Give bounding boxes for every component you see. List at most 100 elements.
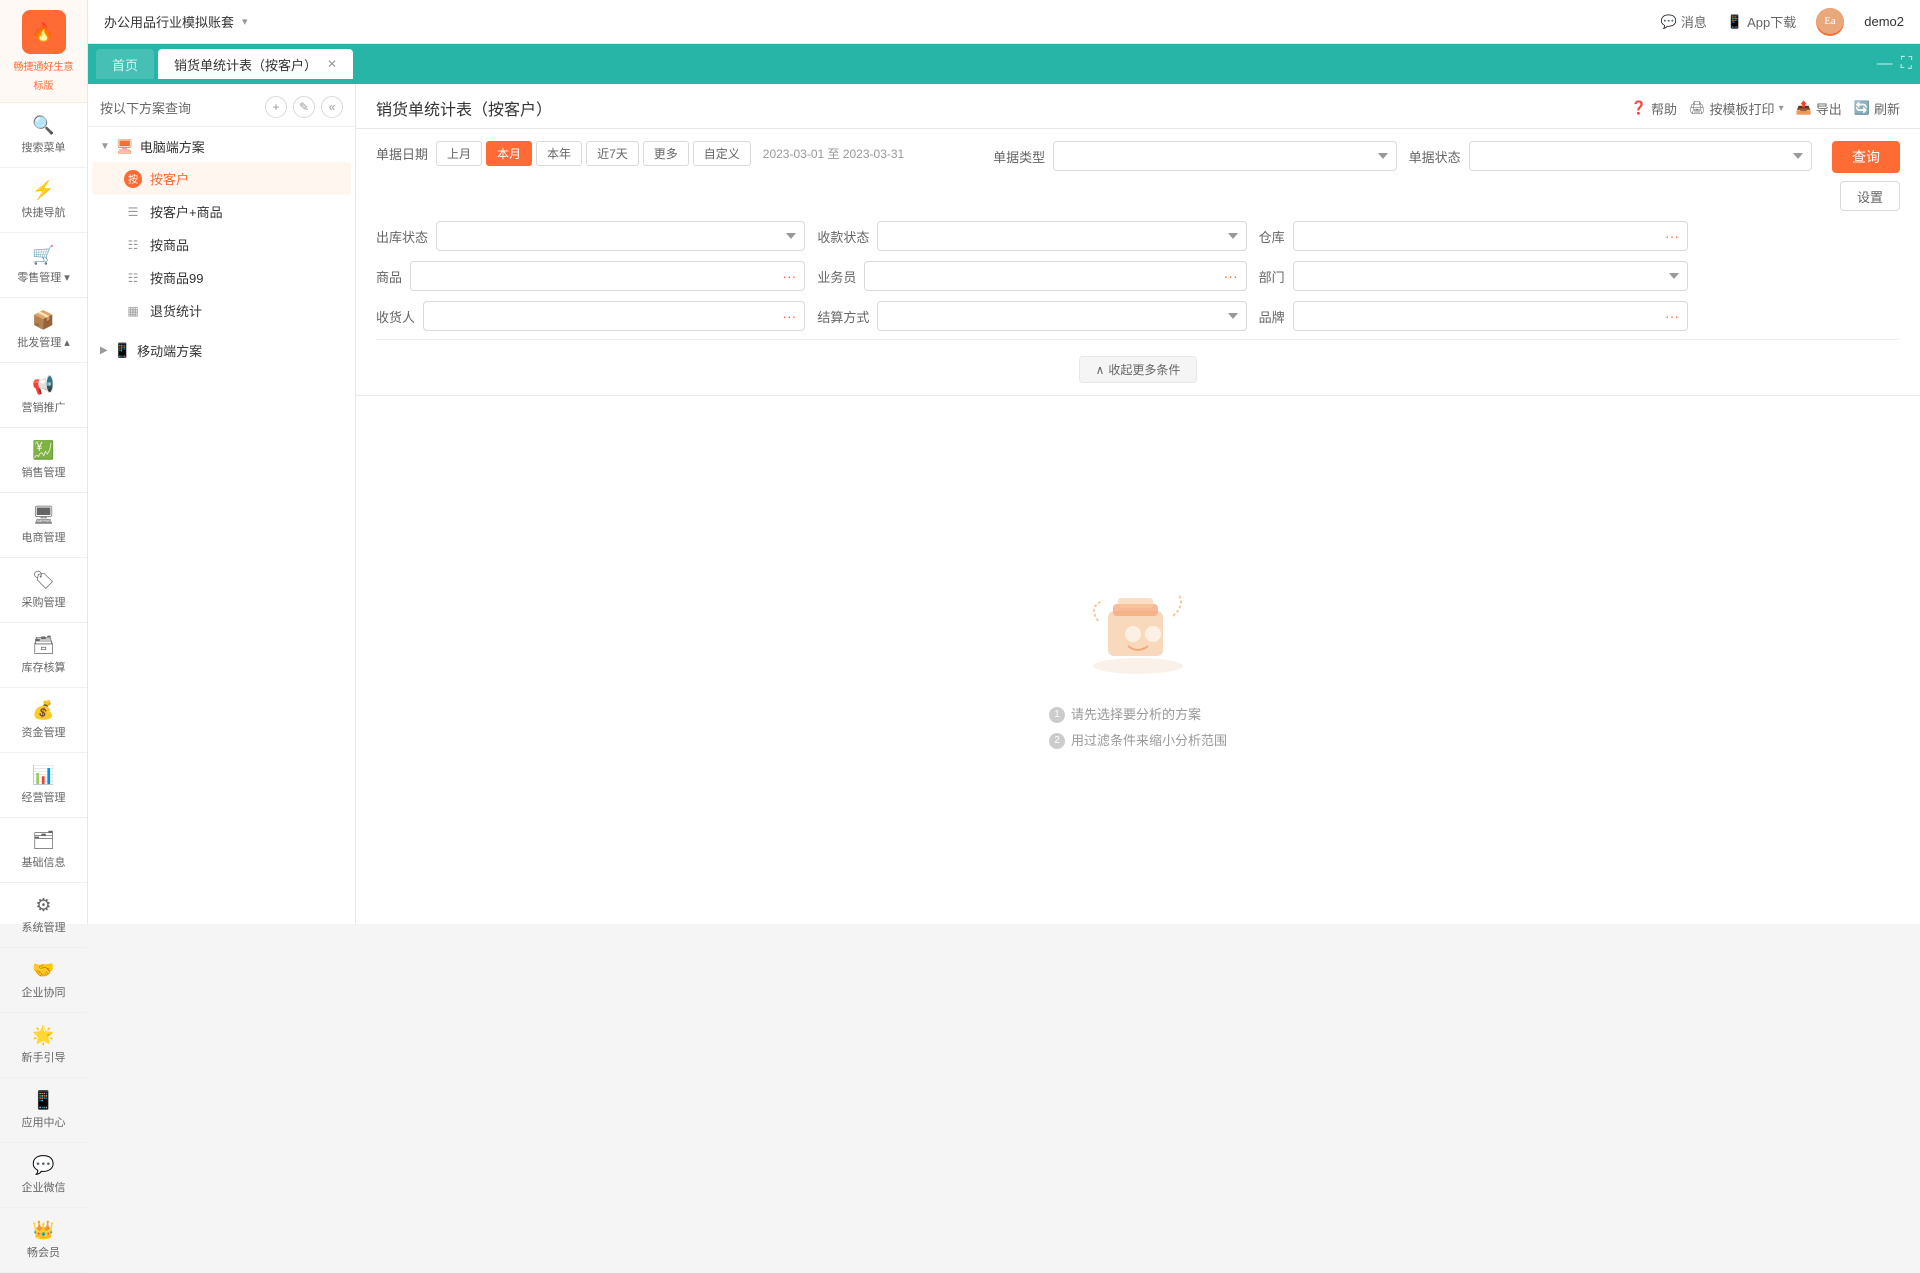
- print-dropdown-icon[interactable]: ▾: [1779, 103, 1784, 114]
- base-nav-icon: 🗂: [32, 830, 55, 851]
- pc-group-icon: 🖥: [116, 138, 134, 155]
- settings-button[interactable]: 设置: [1840, 181, 1900, 211]
- sidebar-item-search[interactable]: 🔍 搜索菜单: [0, 103, 87, 168]
- avatar-text: [1816, 8, 1844, 36]
- scheme-group-pc-header[interactable]: ▼ 🖥 电脑端方案: [88, 131, 355, 162]
- industry-label: 办公用品行业模拟账套: [104, 12, 234, 31]
- refresh-btn[interactable]: 🔄 刷新: [1854, 99, 1900, 118]
- scheme-item-goods[interactable]: ☷ 按商品: [92, 228, 351, 261]
- scheme-customer-icon: 按: [124, 170, 142, 188]
- left-panel: 按以下方案查询 + ✎ « ▼ 🖥 电脑端方案 按 按客户: [88, 84, 356, 924]
- out-status-select[interactable]: [436, 221, 805, 251]
- scheme-return-icon: ▦: [124, 304, 142, 318]
- sidebar-item-retail[interactable]: 🛒 零售管理 ▾: [0, 233, 87, 298]
- collapse-panel-btn[interactable]: «: [321, 96, 343, 118]
- tip-num-1: 1: [1049, 707, 1065, 723]
- sidebar-item-system[interactable]: ⚙ 系统管理: [0, 883, 87, 948]
- sidebar-item-appcenter-label: 应用中心: [22, 1114, 66, 1130]
- brand-dots-btn[interactable]: ···: [1665, 308, 1679, 324]
- tab-minimize-icon[interactable]: —: [1877, 55, 1893, 73]
- left-panel-title: 按以下方案查询: [100, 98, 191, 117]
- goods-dots-btn[interactable]: ···: [782, 268, 796, 284]
- collect-status-select[interactable]: [877, 221, 1246, 251]
- sidebar-item-wechat[interactable]: 💬 企业微信: [0, 1143, 87, 1208]
- scheme-item-goods99[interactable]: ☷ 按商品99: [92, 261, 351, 294]
- empty-tip-1: 1 请先选择要分析的方案: [1049, 702, 1227, 728]
- doc-type-label: 单据类型: [993, 147, 1045, 166]
- sidebar-item-finance[interactable]: 💰 资金管理: [0, 688, 87, 753]
- date-btn-this-month[interactable]: 本月: [486, 141, 532, 166]
- scheme-item-return[interactable]: ▦ 退货统计: [92, 294, 351, 327]
- header-right: 💬 消息 📱 App下载 demo2: [1661, 8, 1904, 36]
- sidebar-item-base[interactable]: 🗂 基础信息: [0, 818, 87, 883]
- edit-scheme-btn[interactable]: ✎: [293, 96, 315, 118]
- date-btn-this-year[interactable]: 本年: [536, 141, 582, 166]
- logo-icon: 🔥: [22, 10, 66, 54]
- tab-close-icon[interactable]: ✕: [327, 57, 337, 71]
- staff-dots-btn[interactable]: ···: [1224, 268, 1238, 284]
- page-header: 销货单统计表（按客户） ❓ 帮助 🖨 按模板打印 ▾ 📤 导出: [356, 84, 1920, 129]
- sidebar-item-purchase[interactable]: 🏷 采购管理: [0, 558, 87, 623]
- doc-status-select[interactable]: [1469, 141, 1812, 171]
- doc-status-label: 单据状态: [1409, 147, 1461, 166]
- collapse-label: 收起更多条件: [1108, 361, 1180, 378]
- export-btn[interactable]: 📤 导出: [1796, 99, 1842, 118]
- add-scheme-btn[interactable]: +: [265, 96, 287, 118]
- inventory-nav-icon: 🗃: [32, 635, 55, 656]
- date-btn-last-month[interactable]: 上月: [436, 141, 482, 166]
- sidebar-item-sales[interactable]: 💹 销售管理: [0, 428, 87, 493]
- scheme-customer-goods-icon: ☰: [124, 205, 142, 219]
- app-logo: 🔥 畅捷通好生意 标版: [0, 0, 87, 103]
- refresh-icon: 🔄: [1854, 100, 1870, 116]
- sidebar-item-cooperation[interactable]: 🤝 企业协同: [0, 948, 87, 1013]
- sidebar-item-appcenter[interactable]: 📱 应用中心: [0, 1078, 87, 1143]
- sidebar-item-newuser-label: 新手引导: [22, 1049, 66, 1065]
- sidebar-item-shortcut[interactable]: ⚡ 快捷导航: [0, 168, 87, 233]
- query-button[interactable]: 查询: [1832, 141, 1900, 173]
- app-download-btn[interactable]: 📱 App下载: [1727, 12, 1796, 31]
- date-btn-more[interactable]: 更多: [643, 141, 689, 166]
- sidebar-item-ecommerce[interactable]: 🖥 电商管理: [0, 493, 87, 558]
- print-btn[interactable]: 🖨 按模板打印 ▾: [1689, 99, 1784, 118]
- sidebar-item-cooperation-label: 企业协同: [22, 984, 66, 1000]
- sidebar-item-inventory[interactable]: 🗃 库存核算: [0, 623, 87, 688]
- sidebar-item-wholesale[interactable]: 📦 批发管理 ▴: [0, 298, 87, 363]
- tab-maximize-icon[interactable]: ⛶: [1901, 55, 1912, 73]
- tab-sales-stat[interactable]: 销货单统计表（按客户） ✕: [158, 49, 353, 79]
- help-btn[interactable]: ❓ 帮助: [1631, 99, 1677, 118]
- settle-select[interactable]: [877, 301, 1246, 331]
- appcenter-nav-icon: 📱: [32, 1090, 54, 1111]
- scheme-item-customer-goods[interactable]: ☰ 按客户+商品: [92, 195, 351, 228]
- wechat-nav-icon: 💬: [32, 1155, 54, 1176]
- search-nav-icon: 🔍: [32, 115, 54, 136]
- date-btn-7days[interactable]: 近7天: [586, 141, 639, 166]
- content-area: 按以下方案查询 + ✎ « ▼ 🖥 电脑端方案 按 按客户: [88, 84, 1920, 924]
- dept-select[interactable]: [1293, 261, 1688, 291]
- scheme-goods99-label: 按商品99: [150, 268, 203, 287]
- sidebar-item-wechat-label: 企业微信: [22, 1179, 66, 1195]
- sidebar-item-operation[interactable]: 📊 经营管理: [0, 753, 87, 818]
- sidebar-item-marketing[interactable]: 📢 营销推广: [0, 363, 87, 428]
- date-range-text: 2023-03-01 至 2023-03-31: [763, 145, 904, 162]
- sidebar-item-member[interactable]: 👑 畅会员: [0, 1208, 87, 1273]
- receiver-dots-btn[interactable]: ···: [782, 308, 796, 324]
- warehouse-dots-btn[interactable]: ···: [1665, 228, 1679, 244]
- date-btn-custom[interactable]: 自定义: [693, 141, 751, 166]
- sidebar-item-newuser[interactable]: 🌟 新手引导: [0, 1013, 87, 1078]
- scheme-item-customer[interactable]: 按 按客户: [92, 162, 351, 195]
- collapse-filter-btn[interactable]: ∧ 收起更多条件: [1079, 356, 1198, 383]
- settle-label: 结算方式: [817, 307, 869, 326]
- doc-type-select[interactable]: [1053, 141, 1396, 171]
- sidebar-item-sales-label: 销售管理: [22, 464, 66, 480]
- sidebar-item-member-label: 畅会员: [27, 1244, 60, 1260]
- finance-nav-icon: 💰: [32, 700, 54, 721]
- tab-home[interactable]: 首页: [96, 49, 154, 79]
- message-btn[interactable]: 💬 消息: [1661, 12, 1707, 31]
- scheme-customer-label: 按客户: [150, 169, 189, 188]
- warehouse-control: ···: [1293, 221, 1688, 251]
- industry-dropdown-icon[interactable]: ▾: [242, 15, 248, 28]
- user-avatar[interactable]: [1816, 8, 1844, 36]
- tab-expand-controls: — ⛶: [1877, 55, 1912, 73]
- scheme-group-mobile-header[interactable]: ▶ 📱 移动端方案: [88, 335, 355, 366]
- print-icon: 🖨: [1689, 100, 1706, 116]
